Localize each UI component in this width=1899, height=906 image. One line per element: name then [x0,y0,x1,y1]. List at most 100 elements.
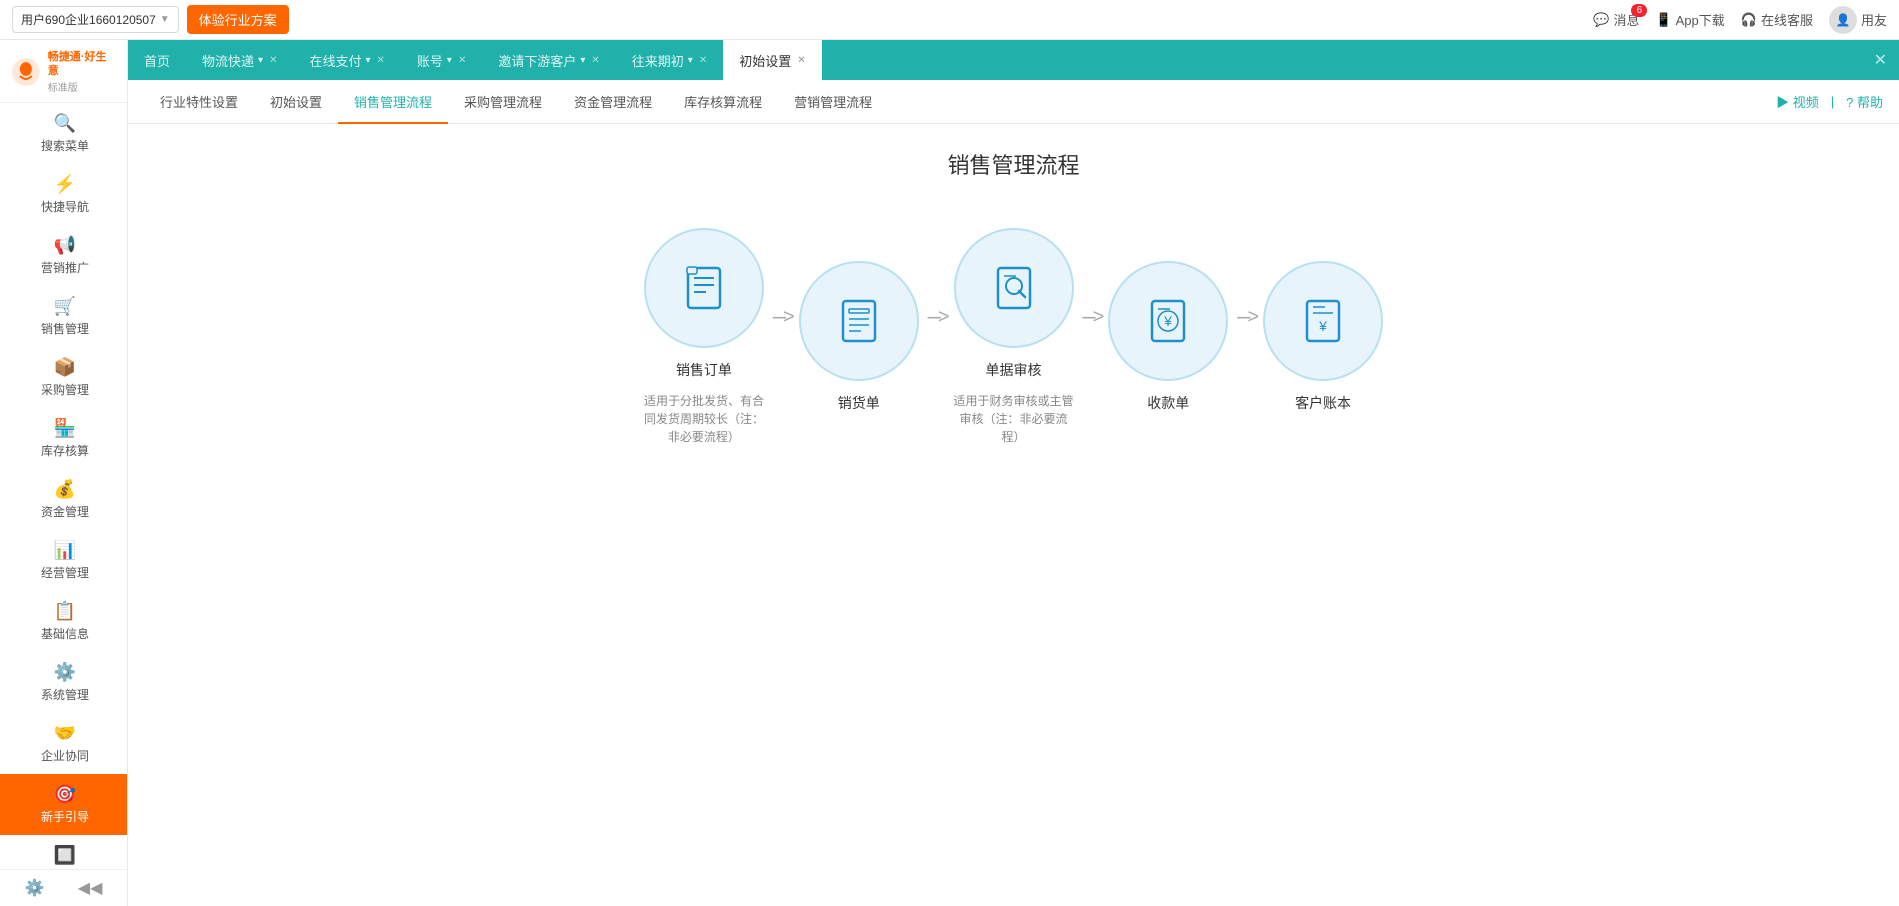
sidebar-icon-system: ⚙️ [54,662,76,683]
tab-account[interactable]: 账号▾✕ [401,40,482,80]
sidebar-item-basic[interactable]: 📋基础信息 [0,591,127,652]
tab-close-icon-payment[interactable]: ✕ [377,55,385,66]
flow-label-review: 单据审核 [986,360,1042,380]
subtab-inventory_flow[interactable]: 库存核算流程 [668,80,778,124]
sidebar-item-finance[interactable]: 💰 资金管理 [0,469,127,530]
tab-close-icon-period[interactable]: ✕ [699,55,707,66]
sidebar-label-operation: 经营管理 [41,564,89,581]
sidebar: 畅捷通·好生意 标准版 🔍搜索菜单⚡快捷导航📢营销推广🛒销售管理📦采购管理 🏪 库存… [0,40,128,906]
tab-init[interactable]: 初始设置✕ [723,40,821,80]
subtab-marketing_flow[interactable]: 营销管理流程 [778,80,888,124]
flow-node-receipt[interactable]: ¥ 收款单 [1108,261,1228,413]
top-bar-left: 用户690企业1660120507 ▼ 体验行业方案 [12,5,289,34]
help-link[interactable]: ? 帮助 [1846,92,1883,111]
sidebar-icon-quicknav: ⚡ [54,174,76,195]
sidebar-item-apps[interactable]: 🔲应用中心 [0,835,127,869]
logo-brand: 畅捷通·好生意 [48,50,117,79]
sidebar-item-marketing[interactable]: 📢营销推广 [0,225,127,286]
flow-circle-review [954,228,1074,348]
flow-node-delivery[interactable]: 销货单 [799,261,919,413]
flow-arrow-0: - - -> [772,306,791,369]
sidebar-icon-search: 🔍 [54,113,76,134]
sidebar-item-collab[interactable]: 🤝企业协同 [0,713,127,774]
user-name: 用友 [1861,10,1887,29]
subtab-label-industry: 行业特性设置 [160,92,238,111]
subtab-purchase_flow[interactable]: 采购管理流程 [448,80,558,124]
sidebar-item-quicknav[interactable]: ⚡快捷导航 [0,164,127,225]
question-icon: ? [1846,95,1853,110]
app-download-area[interactable]: 📱 App下载 [1655,10,1724,29]
message-icon: 💬 [1593,12,1609,28]
help-label: 帮助 [1857,95,1883,110]
sidebar-label-basic: 基础信息 [41,625,89,642]
video-help[interactable]: ▶ 视频 [1776,92,1819,111]
subtab-finance_flow[interactable]: 资金管理流程 [558,80,668,124]
tab-nav-close-icon[interactable]: ✕ [1862,50,1899,70]
tab-label-period: 往来期初 [632,51,684,70]
subtab-industry[interactable]: 行业特性设置 [144,80,254,124]
flow-circle-delivery [799,261,919,381]
flow-circle-sales_order [644,228,764,348]
flow-arrow-2: - - -> [1082,306,1101,369]
sidebar-icon-finance: 💰 [54,479,76,500]
sidebar-label-purchase: 采购管理 [41,381,89,398]
sidebar-label-inventory: 库存核算 [41,442,89,459]
flow-label-sales_order: 销售订单 [676,360,732,380]
subtab-label-purchase_flow: 采购管理流程 [464,92,542,111]
sidebar-icon-operation: 📊 [54,540,76,561]
sidebar-icon-inventory: 🏪 [54,418,76,439]
tab-payment[interactable]: 在线支付 ▾ ✕ [293,40,400,80]
sidebar-label-finance: 资金管理 [41,503,89,520]
tab-invite[interactable]: 邀请下游客户 ▾ ✕ [482,40,615,80]
message-icon-area[interactable]: 💬 消息 6 [1593,10,1639,29]
svg-text:¥: ¥ [1318,318,1327,334]
flow-node-ledger[interactable]: ¥ 客户账本 [1263,261,1383,413]
tab-logistics[interactable]: 物流快递▾✕ [186,40,293,80]
message-badge: 6 [1631,4,1647,17]
sidebar-menu: 🔍搜索菜单⚡快捷导航📢营销推广🛒销售管理📦采购管理 🏪 库存核算 💰 资金管理 📊 经营管理… [0,103,127,869]
user-selector[interactable]: 用户690企业1660120507 ▼ [12,6,179,33]
logo-area: 畅捷通·好生意 标准版 [0,40,127,103]
flow-circle-ledger: ¥ [1263,261,1383,381]
settings-icon[interactable]: ⚙️ [25,878,45,898]
tab-label-payment: 在线支付 [309,51,361,70]
tab-period[interactable]: 往来期初▾✕ [616,40,723,80]
sidebar-item-search[interactable]: 🔍搜索菜单 [0,103,127,164]
online-service-area[interactable]: 🎧 在线客服 [1741,10,1813,29]
sidebar-item-operation[interactable]: 📊 经营管理 [0,530,127,591]
sub-tabs: 行业特性设置初始设置销售管理流程采购管理流程资金管理流程库存核算流程营销管理流程… [128,80,1899,124]
flow-diagram: 销售订单适用于分批发货、有合同发货周期较长（注：非必要流程） - - -> 销货单… [160,228,1867,446]
subtab-initial[interactable]: 初始设置 [254,80,338,124]
sidebar-item-system[interactable]: ⚙️系统管理 [0,652,127,713]
layout: 畅捷通·好生意 标准版 🔍搜索菜单⚡快捷导航📢营销推广🛒销售管理📦采购管理 🏪 库存… [0,40,1899,906]
flow-label-delivery: 销货单 [838,393,880,413]
sidebar-item-guide[interactable]: 🎯新手引导 [0,774,127,835]
sidebar-item-sales[interactable]: 🛒销售管理 [0,286,127,347]
sidebar-label-sales: 销售管理 [41,320,89,337]
trial-button[interactable]: 体验行业方案 [187,5,289,34]
user-label: 用户690企业1660120507 [21,11,156,28]
tab-close-icon-logistics[interactable]: ✕ [269,55,277,66]
flow-arrow-1: - - -> [927,306,946,369]
headset-icon: 🎧 [1741,12,1757,28]
tab-close-icon-account[interactable]: ✕ [458,55,466,66]
tab-close-icon-invite[interactable]: ✕ [591,55,599,66]
tab-home[interactable]: 首页 [128,40,186,80]
flow-node-review[interactable]: 单据审核适用于财务审核或主管审核（注：非必要流程） [954,228,1074,446]
separator: | [1831,94,1834,109]
page-content: 销售管理流程 销售订单适用于分批发货、有合同发货周期较长（注：非必要流程）- -… [128,124,1899,906]
flow-arrow-3: - - -> [1236,306,1255,369]
flow-node-sales_order[interactable]: 销售订单适用于分批发货、有合同发货周期较长（注：非必要流程） [644,228,764,446]
tab-arrow-icon-invite: ▾ [580,55,585,66]
tab-label-invite: 邀请下游客户 [498,51,576,70]
subtab-sales_flow[interactable]: 销售管理流程 [338,80,448,124]
collapse-icon[interactable]: ◀◀ [78,878,103,898]
user-area[interactable]: 👤 用友 [1829,6,1887,34]
tab-close-icon-init[interactable]: ✕ [797,55,805,66]
tab-arrow-icon-payment: ▾ [365,55,370,66]
flow-circle-receipt: ¥ [1108,261,1228,381]
tab-label-logistics: 物流快递 [202,51,254,70]
sidebar-item-purchase[interactable]: 📦采购管理 [0,347,127,408]
tab-arrow-icon-account: ▾ [447,55,452,66]
sidebar-item-inventory[interactable]: 🏪 库存核算 [0,408,127,469]
